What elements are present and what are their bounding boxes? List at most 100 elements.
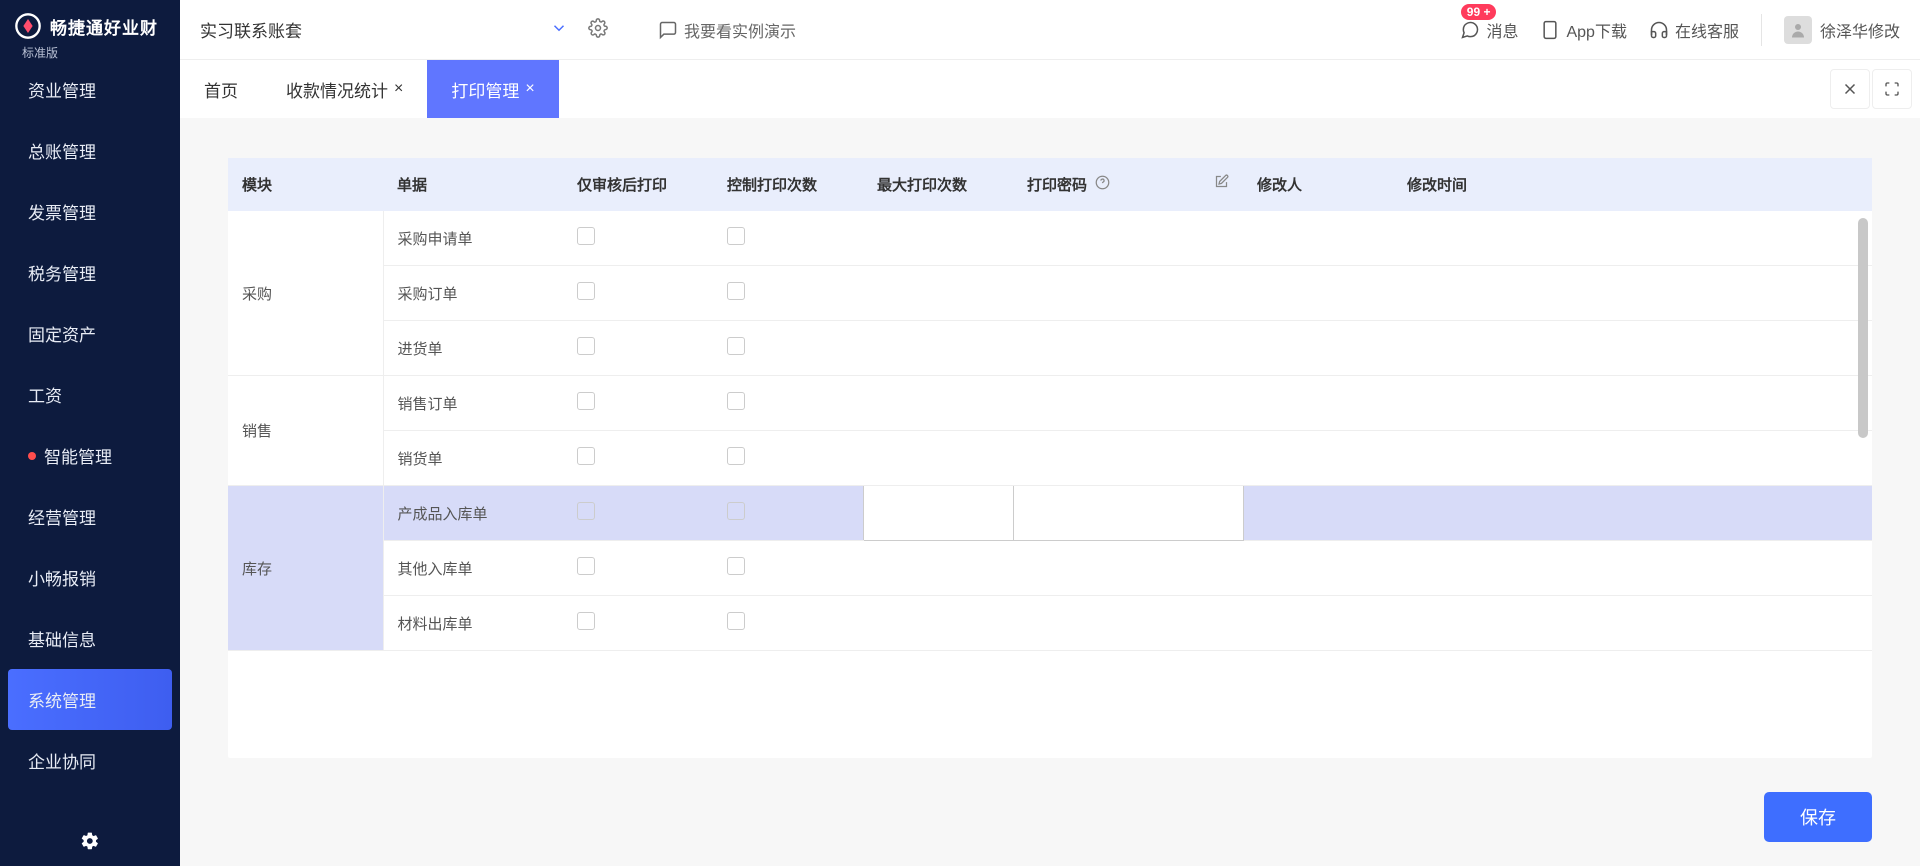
cell-modifier [1243,541,1393,596]
scrollbar[interactable] [1858,218,1868,618]
th-doc: 单据 [383,158,563,211]
cell-password[interactable] [1013,486,1243,541]
tab-close-icon[interactable]: × [525,80,534,98]
username-label: 徐泽华修改 [1820,18,1900,42]
nav-item[interactable]: 小畅报销 [0,547,180,608]
top-header: 实习联系账套 我要看实例演示 99 + 消息 App下载 在线客服 徐泽华 [180,0,1920,60]
checkbox[interactable] [727,392,745,410]
table-row: 其他入库单 [228,541,1872,596]
fullscreen-button[interactable] [1872,69,1912,109]
checkbox[interactable] [577,337,595,355]
checkbox[interactable] [577,557,595,575]
nav-item-label: 资业管理 [28,77,96,102]
tab[interactable]: 打印管理× [427,60,558,118]
nav-item-label: 工资 [28,382,62,407]
cell-modifier [1243,376,1393,431]
app-download-label: App下载 [1566,18,1626,42]
cell-audit-only [563,211,713,266]
cell-modify-time [1393,211,1872,266]
account-settings-icon[interactable] [588,18,608,41]
nav-item-label: 发票管理 [28,199,96,224]
cell-audit-only [563,486,713,541]
nav-item-label: 基础信息 [28,626,96,651]
nav-item[interactable]: 资业管理 [0,75,180,120]
table-row: 库存产成品入库单 [228,486,1872,541]
cell-audit-only [563,431,713,486]
cell-password [1013,431,1243,486]
checkbox[interactable] [577,227,595,245]
th-modifier: 修改人 [1243,158,1393,211]
print-settings-table: 模块 单据 仅审核后打印 控制打印次数 最大打印次数 打印密码 修改 [228,158,1872,758]
checkbox[interactable] [727,447,745,465]
cell-modify-time [1393,541,1872,596]
nav: 资业管理总账管理发票管理税务管理固定资产工资智能管理经营管理小畅报销基础信息系统… [0,69,180,791]
tab-label: 首页 [204,77,238,102]
edit-column-icon[interactable] [1214,174,1229,193]
checkbox[interactable] [727,337,745,355]
checkbox[interactable] [577,447,595,465]
checkbox[interactable] [727,557,745,575]
tab[interactable]: 收款情况统计× [262,60,427,118]
cell-password [1013,596,1243,651]
nav-item[interactable]: 工资 [0,364,180,425]
cell-max-count [863,321,1013,376]
cell-doc: 材料出库单 [383,596,563,651]
app-download-button[interactable]: App下载 [1540,18,1626,42]
checkbox[interactable] [577,282,595,300]
cell-module: 库存 [228,486,383,651]
checkbox[interactable] [577,392,595,410]
online-service-label: 在线客服 [1675,18,1739,42]
divider [1761,14,1762,46]
close-all-tabs-button[interactable] [1830,69,1870,109]
account-selector[interactable]: 实习联系账套 [200,17,580,42]
user-menu[interactable]: 徐泽华修改 [1784,16,1900,44]
sidebar-settings-icon[interactable] [80,831,100,854]
checkbox[interactable] [727,282,745,300]
cell-control-count [713,376,863,431]
nav-item[interactable]: 经营管理 [0,486,180,547]
th-module: 模块 [228,158,383,211]
tab-close-icon[interactable]: × [394,80,403,98]
table-row: 销货单 [228,431,1872,486]
cell-max-count [863,211,1013,266]
nav-item[interactable]: 企业协同 [0,730,180,791]
save-button[interactable]: 保存 [1764,792,1872,842]
brand-name: 畅捷通好业财 [50,14,158,39]
checkbox[interactable] [727,612,745,630]
table-header-row: 模块 单据 仅审核后打印 控制打印次数 最大打印次数 打印密码 修改 [228,158,1872,211]
checkbox[interactable] [727,227,745,245]
checkbox[interactable] [577,612,595,630]
nav-item[interactable]: 基础信息 [0,608,180,669]
nav-item[interactable]: 税务管理 [0,242,180,303]
cell-control-count [713,596,863,651]
nav-item[interactable]: 固定资产 [0,303,180,364]
cell-modify-time [1393,431,1872,486]
cell-modifier [1243,431,1393,486]
cell-max-count[interactable] [863,486,1013,541]
cell-control-count [713,431,863,486]
brand-logo: 畅捷通好业财 [0,0,180,44]
nav-item[interactable]: 智能管理 [0,425,180,486]
checkbox[interactable] [727,502,745,520]
demo-link[interactable]: 我要看实例演示 [658,18,796,42]
nav-item[interactable]: 总账管理 [0,120,180,181]
messages-button[interactable]: 99 + 消息 [1460,18,1518,42]
nav-item-label: 小畅报销 [28,565,96,590]
online-service-button[interactable]: 在线客服 [1649,18,1739,42]
help-icon[interactable] [1095,177,1110,194]
nav-item[interactable]: 系统管理 [8,669,172,730]
cell-max-count [863,431,1013,486]
cell-audit-only [563,266,713,321]
th-modify-time: 修改时间 [1393,158,1872,211]
nav-item[interactable]: 发票管理 [0,181,180,242]
cell-doc: 产成品入库单 [383,486,563,541]
scrollbar-thumb[interactable] [1858,218,1868,438]
tab[interactable]: 首页 [180,60,262,118]
notification-dot-icon [28,452,36,460]
nav-item-label: 总账管理 [28,138,96,163]
cell-audit-only [563,376,713,431]
checkbox[interactable] [577,502,595,520]
cell-doc: 销货单 [383,431,563,486]
cell-modifier [1243,486,1393,541]
cell-password [1013,211,1243,266]
